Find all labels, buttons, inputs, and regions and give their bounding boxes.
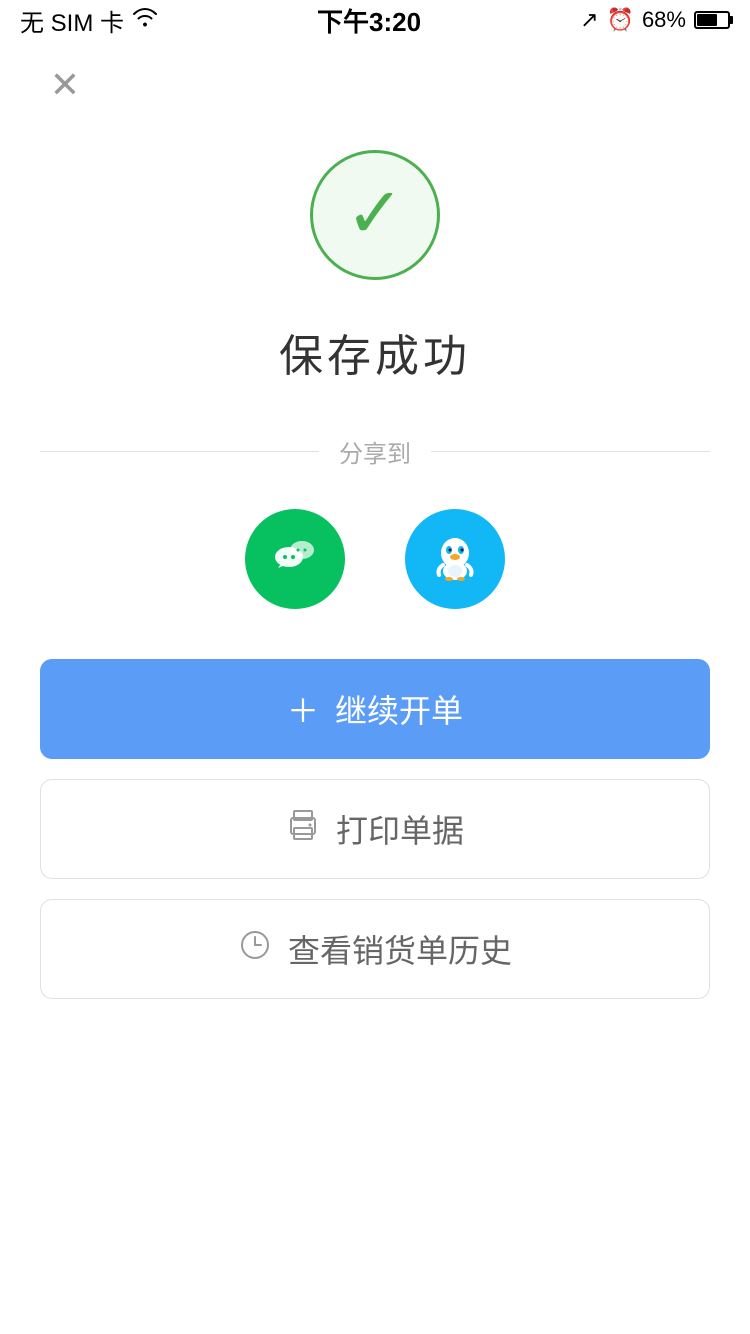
wechat-icon [267,531,323,587]
location-icon: ↗ [580,7,598,33]
success-circle: ✓ [310,150,440,280]
wifi-icon [132,7,158,33]
status-left: 无 SIM 卡 [20,3,158,38]
print-button[interactable]: 打印单据 [40,779,710,879]
share-label: 分享到 [339,434,411,469]
battery-text: 68% [642,7,686,33]
history-button[interactable]: 查看销货单历史 [40,899,710,999]
share-section: 分享到 [40,434,710,609]
success-title: 保存成功 [279,320,471,384]
plus-icon: ＋ [287,686,319,732]
close-icon: ✕ [50,67,80,103]
success-area: ✓ 保存成功 [40,150,710,384]
qq-share-button[interactable] [405,509,505,609]
divider-left [40,451,319,452]
qq-icon [427,531,483,587]
main-content: ✕ ✓ 保存成功 分享到 [0,40,750,1019]
continue-button[interactable]: ＋ 继续开单 [40,659,710,759]
share-divider: 分享到 [40,434,710,469]
history-icon [238,928,272,970]
no-sim-text: 无 SIM 卡 [20,3,124,38]
alarm-icon: ⏰ [607,7,634,33]
share-icons [40,509,710,609]
divider-right [431,451,710,452]
checkmark-icon: ✓ [346,178,405,248]
action-buttons: ＋ 继续开单 打印单据 查看销货单历史 [40,659,710,999]
battery-icon [694,11,730,29]
status-time: 下午3:20 [317,2,421,39]
close-button[interactable]: ✕ [40,60,90,110]
continue-button-label: 继续开单 [335,686,463,732]
status-right: ↗ ⏰ 68% [580,7,730,33]
status-bar: 无 SIM 卡 下午3:20 ↗ ⏰ 68% [0,0,750,40]
print-button-label: 打印单据 [336,806,464,852]
battery-fill [697,14,717,26]
history-button-label: 查看销货单历史 [288,926,512,972]
print-icon [286,808,320,850]
wechat-share-button[interactable] [245,509,345,609]
